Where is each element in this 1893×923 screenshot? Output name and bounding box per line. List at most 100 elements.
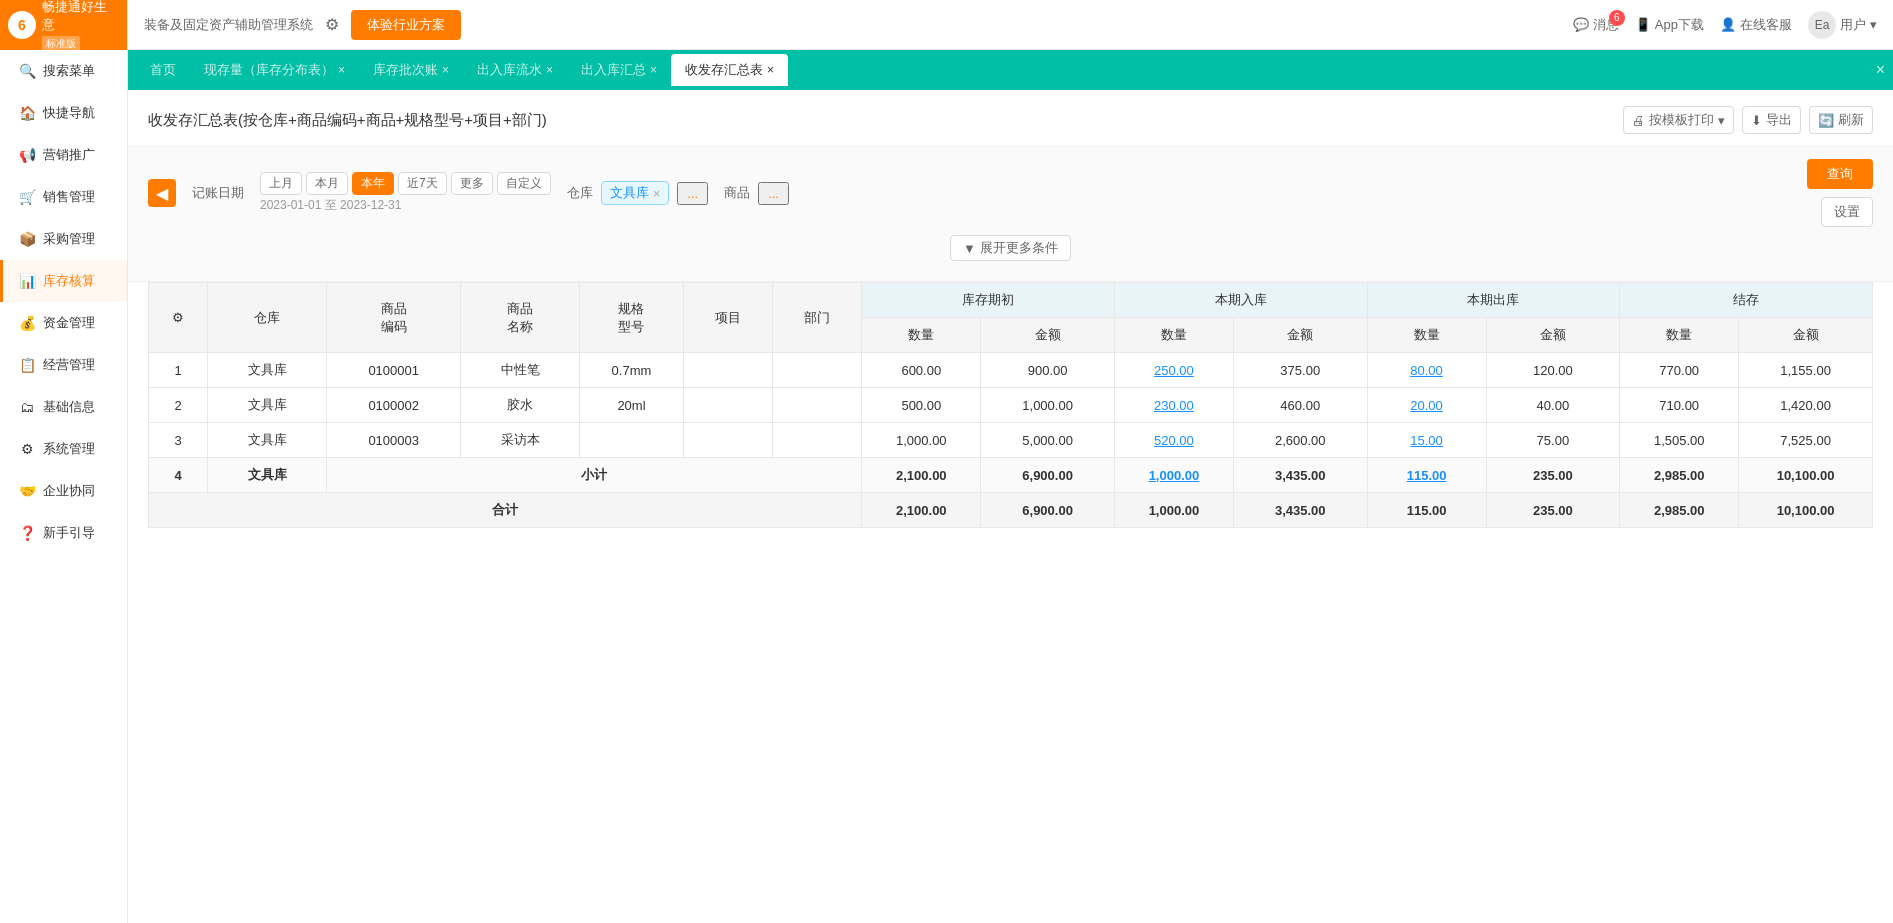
guide-icon: ❓ <box>19 525 35 541</box>
tab-stock-flow[interactable]: 出入库流水 × <box>463 54 567 86</box>
filter-toggle-button[interactable]: ◀ <box>148 179 176 207</box>
th-balance-qty: 数量 <box>1620 318 1739 353</box>
sidebar-item-finance[interactable]: 💰 资金管理 <box>0 302 127 344</box>
subtotal-in-qty[interactable]: 1,000.00 <box>1114 458 1233 493</box>
sidebar-label-purchase: 采购管理 <box>43 230 95 248</box>
print-button[interactable]: 🖨 按模板打印 ▾ <box>1623 106 1734 134</box>
tab-stock-batch[interactable]: 库存批次账 × <box>359 54 463 86</box>
table-settings-icon[interactable]: ⚙ <box>172 310 184 325</box>
user-menu-button[interactable]: Ea 用户 ▾ <box>1808 11 1877 39</box>
warehouse-more-button[interactable]: ... <box>677 182 708 205</box>
app-download-button[interactable]: 📱 App下载 <box>1635 16 1704 34</box>
page-title: 收发存汇总表(按仓库+商品编码+商品+规格型号+项目+部门) <box>148 111 547 130</box>
row2-out-qty[interactable]: 20.00 <box>1367 388 1486 423</box>
row3-in-qty[interactable]: 520.00 <box>1114 423 1233 458</box>
data-table: ⚙ 仓库 商品编码 商品名称 规格型号 项目 部门 库存期初 本期入库 本期出库… <box>148 282 1873 528</box>
tab-label-stock-dist: 现存量（库存分布表） <box>204 61 334 79</box>
row3-opening-amt: 5,000.00 <box>981 423 1115 458</box>
refresh-button[interactable]: 🔄 刷新 <box>1809 106 1873 134</box>
gear-setting-icon[interactable]: ⚙ <box>325 15 339 34</box>
finance-icon: 💰 <box>19 315 35 331</box>
row1-balance-amt: 1,155.00 <box>1739 353 1873 388</box>
th-gear[interactable]: ⚙ <box>149 283 208 353</box>
th-goods-spec: 规格型号 <box>579 283 683 353</box>
sidebar-item-basic-info[interactable]: 🗂 基础信息 <box>0 386 127 428</box>
warehouse-tag-close-button[interactable]: × <box>653 186 661 201</box>
tab-stock-dist[interactable]: 现存量（库存分布表） × <box>190 54 359 86</box>
row3-out-qty[interactable]: 15.00 <box>1367 423 1486 458</box>
th-dept: 部门 <box>773 283 862 353</box>
query-button[interactable]: 查询 <box>1807 159 1873 189</box>
sidebar-item-operations[interactable]: 📋 经营管理 <box>0 344 127 386</box>
sidebar-item-marketing[interactable]: 📢 营销推广 <box>0 134 127 176</box>
table-total-row: 合计 2,100.00 6,900.00 1,000.00 3,435.00 1… <box>149 493 1873 528</box>
tab-close-recv-send[interactable]: × <box>767 63 774 77</box>
message-icon: 💬 <box>1573 17 1589 32</box>
row3-balance-qty: 1,505.00 <box>1620 423 1739 458</box>
goods-filter-label: 商品 <box>724 184 750 202</box>
operations-icon: 📋 <box>19 357 35 373</box>
tab-close-stock-summary[interactable]: × <box>650 63 657 77</box>
online-service-button[interactable]: 👤 在线客服 <box>1720 16 1792 34</box>
row2-in-qty[interactable]: 230.00 <box>1114 388 1233 423</box>
message-button[interactable]: 💬 消息 6 <box>1573 16 1619 34</box>
filter-setting-button[interactable]: 设置 <box>1821 197 1873 227</box>
date-btn-last-month[interactable]: 上月 <box>260 172 302 195</box>
sidebar-item-search[interactable]: 🔍 搜索菜单 <box>0 50 127 92</box>
sales-icon: 🛒 <box>19 189 35 205</box>
sidebar-item-inventory[interactable]: 📊 库存核算 <box>0 260 127 302</box>
date-btn-7days[interactable]: 近7天 <box>398 172 447 195</box>
refresh-label: 刷新 <box>1838 111 1864 129</box>
expand-conditions-button[interactable]: ▼ 展开更多条件 <box>950 235 1071 261</box>
print-icon: 🖨 <box>1632 113 1645 128</box>
sidebar-logo: 6 畅捷通好生意 标准版 <box>0 0 127 50</box>
date-btn-custom[interactable]: 自定义 <box>497 172 551 195</box>
sidebar-item-purchase[interactable]: 📦 采购管理 <box>0 218 127 260</box>
subtotal-out-qty[interactable]: 115.00 <box>1367 458 1486 493</box>
sidebar-item-system[interactable]: ⚙ 系统管理 <box>0 428 127 470</box>
row3-warehouse: 文具库 <box>208 423 327 458</box>
inventory-icon: 📊 <box>19 273 35 289</box>
sidebar-item-cooperation[interactable]: 🤝 企业协同 <box>0 470 127 512</box>
logo-line1: 畅捷通好生意 <box>42 0 119 34</box>
tab-recv-send[interactable]: 收发存汇总表 × <box>671 54 788 86</box>
sidebar: 6 畅捷通好生意 标准版 🔍 搜索菜单 🏠 快捷导航 📢 营销推广 🛒 销售管理… <box>0 0 128 923</box>
phone-icon: 📱 <box>1635 17 1651 32</box>
sidebar-item-quick-nav[interactable]: 🏠 快捷导航 <box>0 92 127 134</box>
sidebar-label-operations: 经营管理 <box>43 356 95 374</box>
date-btn-more[interactable]: 更多 <box>451 172 493 195</box>
sidebar-item-guide[interactable]: ❓ 新手引导 <box>0 512 127 554</box>
tab-close-stock-dist[interactable]: × <box>338 63 345 77</box>
date-btn-this-year[interactable]: 本年 <box>352 172 394 195</box>
chevron-down-icon: ▾ <box>1870 17 1877 32</box>
tab-home[interactable]: 首页 <box>136 54 190 86</box>
date-btn-this-month[interactable]: 本月 <box>306 172 348 195</box>
row1-out-amt: 120.00 <box>1486 353 1620 388</box>
row1-goods-name: 中性笔 <box>461 353 580 388</box>
close-all-tabs-button[interactable]: × <box>1876 61 1885 79</box>
row3-in-amt: 2,600.00 <box>1233 423 1367 458</box>
row2-opening-qty: 500.00 <box>862 388 981 423</box>
row2-balance-amt: 1,420.00 <box>1739 388 1873 423</box>
service-icon: 👤 <box>1720 17 1736 32</box>
export-label: 导出 <box>1766 111 1792 129</box>
row1-out-qty[interactable]: 80.00 <box>1367 353 1486 388</box>
goods-more-button[interactable]: ... <box>758 182 789 205</box>
try-industry-button[interactable]: 体验行业方案 <box>351 10 461 40</box>
filter-row-main: ◀ 记账日期 上月 本月 本年 近7天 更多 自定义 2023-01-01 至 … <box>148 159 1873 227</box>
row3-index: 3 <box>149 423 208 458</box>
tab-close-stock-batch[interactable]: × <box>442 63 449 77</box>
filter-area: ◀ 记账日期 上月 本月 本年 近7天 更多 自定义 2023-01-01 至 … <box>128 147 1893 282</box>
th-group-balance: 结存 <box>1620 283 1873 318</box>
th-opening-qty: 数量 <box>862 318 981 353</box>
export-button[interactable]: ⬇ 导出 <box>1742 106 1801 134</box>
row2-goods-spec: 20ml <box>579 388 683 423</box>
cooperation-icon: 🤝 <box>19 483 35 499</box>
row1-in-qty[interactable]: 250.00 <box>1114 353 1233 388</box>
refresh-icon: 🔄 <box>1818 113 1834 128</box>
row1-balance-qty: 770.00 <box>1620 353 1739 388</box>
sidebar-item-sales[interactable]: 🛒 销售管理 <box>0 176 127 218</box>
total-balance-amt: 10,100.00 <box>1739 493 1873 528</box>
tab-close-stock-flow[interactable]: × <box>546 63 553 77</box>
tab-stock-summary[interactable]: 出入库汇总 × <box>567 54 671 86</box>
